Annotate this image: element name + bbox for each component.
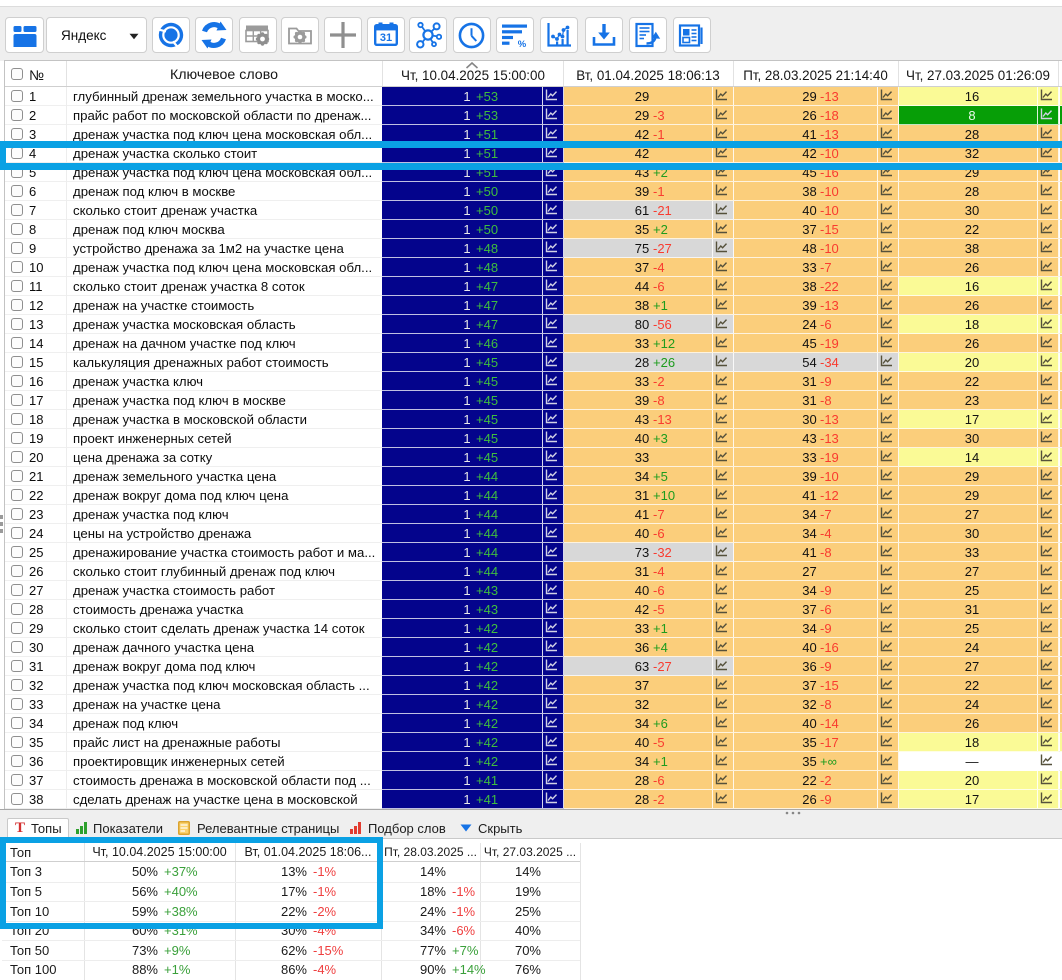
svg-text:31: 31 [379, 32, 391, 44]
svg-text:%: % [518, 39, 527, 49]
